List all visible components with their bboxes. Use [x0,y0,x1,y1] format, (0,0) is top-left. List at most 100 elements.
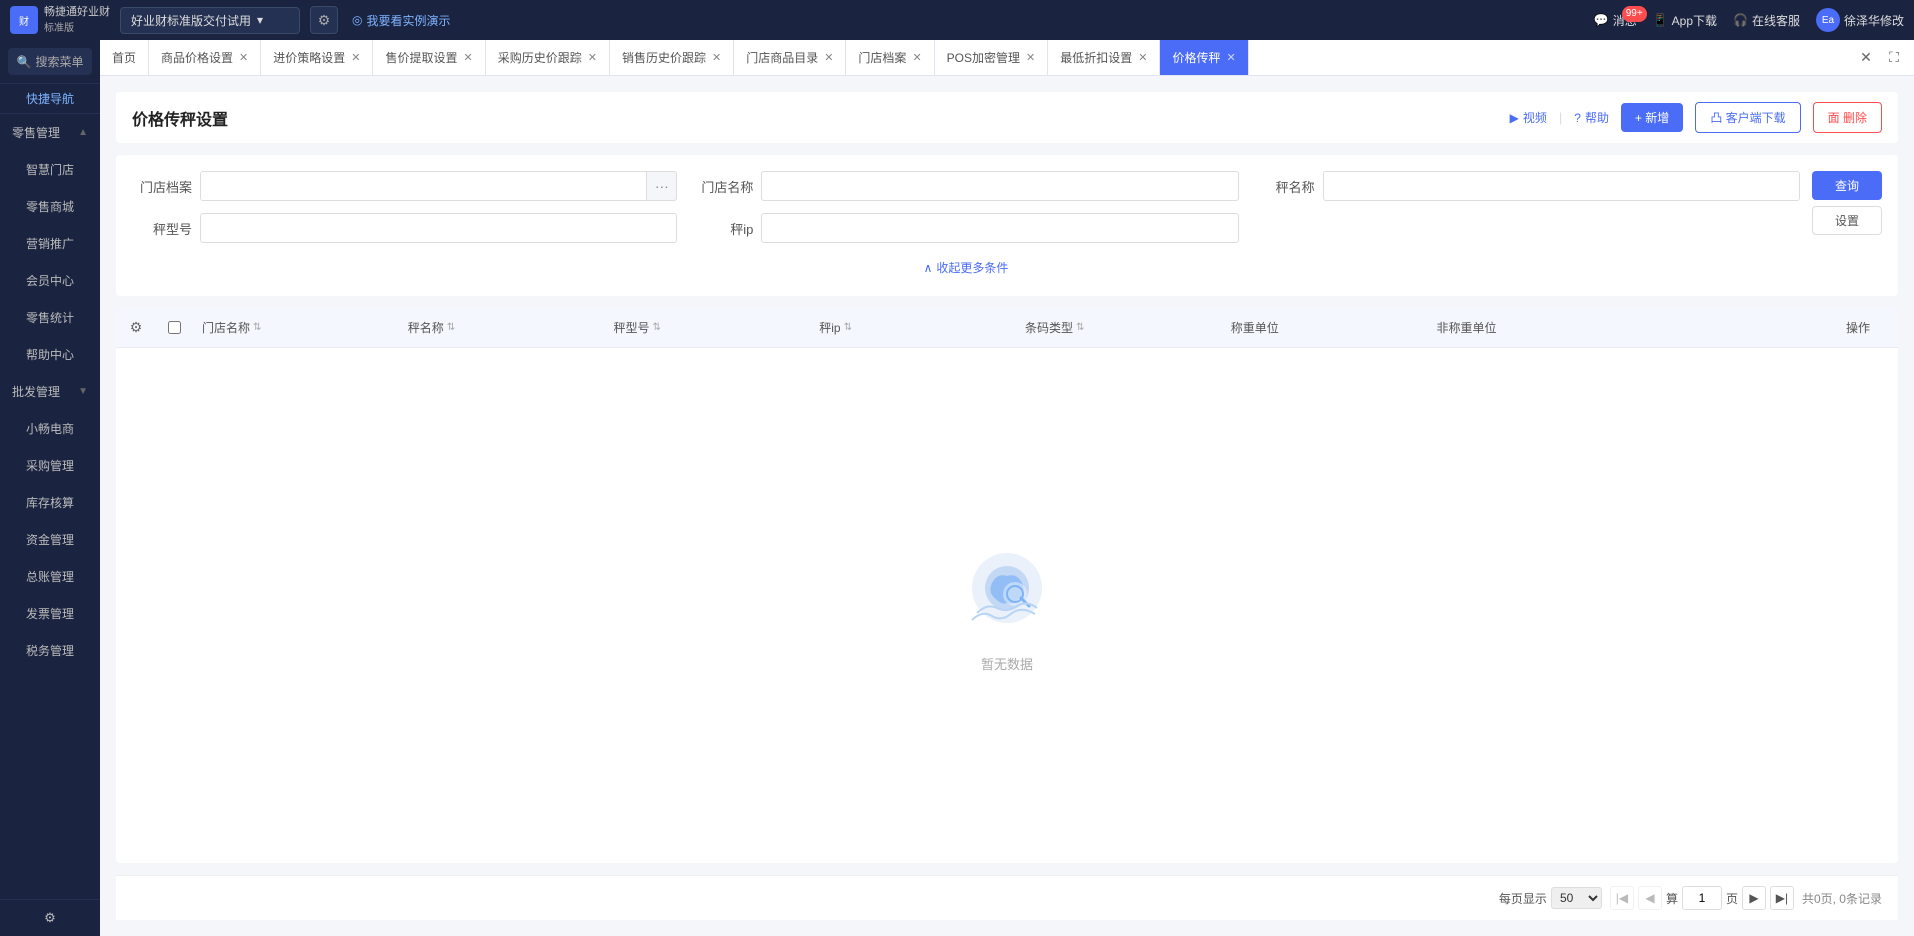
online-service-button[interactable]: 🎧 在线客服 [1733,12,1800,29]
gear-button[interactable]: ⚙ [310,6,338,34]
top-bar: 财 畅捷通好业财 标准版 好业财标准版交付试用 ▾ ⚙ ◎ 我要看实例演示 💬 … [0,0,1914,40]
table-settings-icon[interactable]: ⚙ [116,319,156,336]
main-content: 价格传秤设置 ▶ 视频 | ? 帮助 + 新增 凸 客户端下载 面 [100,76,1914,936]
add-button[interactable]: + 新增 [1621,103,1683,132]
video-link[interactable]: ▶ 视频 [1510,109,1547,126]
sidebar-item-tax[interactable]: 税务管理 [0,632,100,669]
chevron-up-icon: ∧ [924,261,933,275]
sidebar-item-label: 帮助中心 [26,346,74,363]
download-button[interactable]: 凸 客户端下载 [1695,102,1800,133]
sidebar-settings-button[interactable]: ⚙ [0,899,100,936]
tab-close-icon[interactable]: ✕ [588,51,597,64]
sidebar: 🔍 搜索菜单 快捷导航 零售管理▲智慧门店零售商城营销推广会员中心零售统计帮助中… [0,40,100,936]
tab-sales-history[interactable]: 销售历史价跟踪✕ [610,40,734,76]
tab-close-icon[interactable]: ✕ [464,51,473,64]
tab-min-discount[interactable]: 最低折扣设置✕ [1048,40,1160,76]
sidebar-item-wholesale[interactable]: 批发管理▼ [0,373,100,410]
user-area[interactable]: Ea 徐泽华修改 [1816,8,1904,32]
sort-icon-store-name[interactable]: ⇅ [253,322,261,333]
last-page-button[interactable]: ▶| [1770,886,1794,910]
tab-close-icon[interactable]: ✕ [712,51,721,64]
sidebar-item-smart-store[interactable]: 智慧门店 [0,151,100,188]
tab-sell-extract[interactable]: 售价提取设置✕ [373,40,485,76]
sidebar-item-ledger[interactable]: 总账管理 [0,558,100,595]
sidebar-item-marketing[interactable]: 营销推广 [0,225,100,262]
scale-name-label: 秤名称 [1255,177,1315,196]
th-operations: 操作 [1818,311,1898,344]
version-dropdown[interactable]: 好业财标准版交付试用 ▾ [120,7,300,34]
th-barcode-type: 条码类型 ⇅ [1015,311,1221,344]
first-page-button[interactable]: |◀ [1610,886,1634,910]
sidebar-item-help[interactable]: 帮助中心 [0,336,100,373]
tab-price-scale[interactable]: 价格传秤✕ [1160,40,1248,76]
tab-close-icon[interactable]: ✕ [912,51,921,64]
sidebar-item-purchase[interactable]: 采购管理 [0,447,100,484]
sidebar-item-inventory[interactable]: 库存核算 [0,484,100,521]
demo-link[interactable]: ◎ 我要看实例演示 [352,12,451,29]
select-all-checkbox[interactable] [168,321,181,334]
collapse-button[interactable]: ∧ 收起更多条件 [132,255,1800,280]
store-profile-suffix-btn[interactable]: ··· [647,171,677,201]
tab-pos-mgmt[interactable]: POS加密管理 ✕ [935,40,1049,76]
tab-close-icon[interactable]: ✕ [1138,51,1147,64]
tab-home[interactable]: 首页 [100,40,149,76]
video-icon: ▶ [1510,111,1519,125]
sidebar-item-label: 批发管理 [12,383,60,400]
maximize-tab-button[interactable]: ⛶ [1882,46,1906,70]
table-select-all[interactable] [156,321,192,334]
tab-close-icon[interactable]: ✕ [351,51,360,64]
sidebar-item-finance[interactable]: 资金管理 [0,521,100,558]
sidebar-item-label: 小畅电商 [26,420,74,437]
tab-close-icon[interactable]: ✕ [239,51,248,64]
tab-purchase-history[interactable]: 采购历史价跟踪✕ [486,40,610,76]
th-store-name: 门店名称 ⇅ [192,311,398,344]
sort-icon-barcode-type[interactable]: ⇅ [1076,322,1084,333]
sort-icon-scale-model[interactable]: ⇅ [653,322,661,333]
form-item-scale-ip: 秤ip [693,213,1238,243]
sidebar-item-retail[interactable]: 零售管理▲ [0,114,100,151]
form-item-scale-model: 秤型号 [132,213,677,243]
help-icon: ? [1574,111,1581,125]
sidebar-item-invoice[interactable]: 发票管理 [0,595,100,632]
tab-store-catalog[interactable]: 门店商品目录✕ [734,40,846,76]
next-page-button[interactable]: ▶ [1742,886,1766,910]
tab-label: POS加密管理 [947,49,1020,66]
search-menu-button[interactable]: 🔍 搜索菜单 [8,48,92,75]
sidebar-item-retail-stats[interactable]: 零售统计 [0,299,100,336]
form-item-store-profile: 门店档案 ··· [132,171,677,201]
tab-label: 进价策略设置 [273,49,345,66]
tab-close-icon[interactable]: ✕ [1026,51,1035,64]
form-item-store-name: 门店名称 [693,171,1238,201]
store-profile-label: 门店档案 [132,177,192,196]
messages-button[interactable]: 💬 消息 99+ [1594,12,1637,29]
scale-name-input[interactable] [1323,171,1800,201]
app-download-button[interactable]: 📱 App下载 [1653,12,1717,29]
prev-page-button[interactable]: ◀ [1638,886,1662,910]
scale-ip-input[interactable] [761,213,1238,243]
th-scale-name: 秤名称 ⇅ [398,311,604,344]
tab-price-config[interactable]: 商品价格设置✕ [149,40,261,76]
sidebar-item-retail-mall[interactable]: 零售商城 [0,188,100,225]
tab-store-profile[interactable]: 门店档案✕ [846,40,934,76]
sort-icon-scale-ip[interactable]: ⇅ [844,322,852,333]
tab-close-icon[interactable]: ✕ [1226,51,1235,64]
delete-button[interactable]: 面 删除 [1813,102,1882,133]
store-name-input[interactable] [761,171,1238,201]
tab-close-icon[interactable]: ✕ [824,51,833,64]
set-button[interactable]: 设置 [1812,206,1882,235]
page-size-select[interactable]: 10 20 50 100 [1551,887,1602,909]
store-profile-input[interactable] [200,171,647,201]
close-tab-button[interactable]: ✕ [1854,46,1878,70]
sort-icon-scale-name[interactable]: ⇅ [447,322,455,333]
quick-nav-button[interactable]: 快捷导航 [0,84,100,114]
page-number-input[interactable] [1682,886,1722,910]
form-row-1: 门店档案 ··· 门店名称 秤名称 [132,171,1800,201]
scale-model-input[interactable] [200,213,677,243]
headset-icon: 🎧 [1733,13,1748,27]
sidebar-item-member[interactable]: 会员中心 [0,262,100,299]
help-link[interactable]: ? 帮助 [1574,109,1609,126]
chevron-down-icon: ▾ [257,13,263,27]
query-button[interactable]: 查询 [1812,171,1882,200]
tab-purchase-strategy[interactable]: 进价策略设置 ✕ [261,40,373,76]
sidebar-item-xcp-ecom[interactable]: 小畅电商 [0,410,100,447]
